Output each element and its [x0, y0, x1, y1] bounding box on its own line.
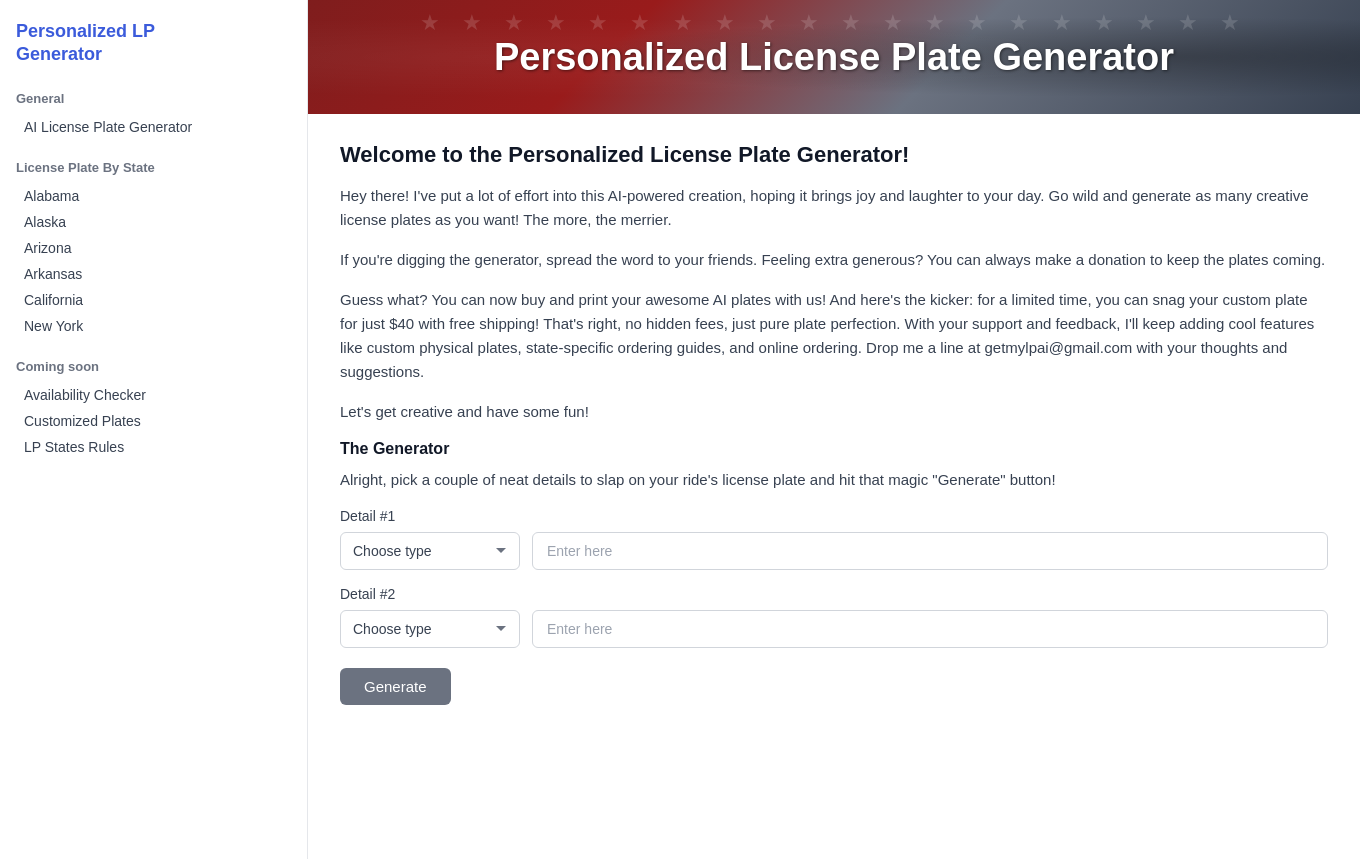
- sidebar-item-ai-lp-generator[interactable]: AI License Plate Generator: [16, 114, 291, 140]
- detail1-row: Choose type: [340, 532, 1328, 570]
- content-area: Welcome to the Personalized License Plat…: [308, 114, 1360, 859]
- sidebar-item-new-york[interactable]: New York: [16, 313, 291, 339]
- detail1-text-input[interactable]: [532, 532, 1328, 570]
- sidebar-item-availability-checker[interactable]: Availability Checker: [16, 382, 291, 408]
- sidebar-item-arkansas[interactable]: Arkansas: [16, 261, 291, 287]
- coming-soon-section: Coming soon Availability Checker Customi…: [16, 359, 291, 460]
- state-section: License Plate By State Alabama Alaska Ar…: [16, 160, 291, 339]
- welcome-title: Welcome to the Personalized License Plat…: [340, 142, 1328, 168]
- generate-button[interactable]: Generate: [340, 668, 451, 705]
- state-section-label: License Plate By State: [16, 160, 291, 175]
- hero-title: Personalized License Plate Generator: [494, 36, 1174, 79]
- intro-paragraph-4: Let's get creative and have some fun!: [340, 400, 1328, 424]
- coming-soon-label: Coming soon: [16, 359, 291, 374]
- sidebar: Personalized LP Generator General AI Lic…: [0, 0, 308, 859]
- general-section-label: General: [16, 91, 291, 106]
- generator-section-title: The Generator: [340, 440, 1328, 458]
- general-section: General AI License Plate Generator: [16, 91, 291, 140]
- sidebar-item-alaska[interactable]: Alaska: [16, 209, 291, 235]
- intro-paragraph-2: If you're digging the generator, spread …: [340, 248, 1328, 272]
- intro-paragraph-3: Guess what? You can now buy and print yo…: [340, 288, 1328, 384]
- detail2-label: Detail #2: [340, 586, 1328, 602]
- detail2-row: Choose type: [340, 610, 1328, 648]
- detail1-label: Detail #1: [340, 508, 1328, 524]
- detail1-type-select[interactable]: Choose type: [340, 532, 520, 570]
- sidebar-item-lp-states-rules[interactable]: LP States Rules: [16, 434, 291, 460]
- generator-intro-text: Alright, pick a couple of neat details t…: [340, 468, 1328, 492]
- hero-banner: Personalized License Plate Generator: [308, 0, 1360, 114]
- detail2-type-select[interactable]: Choose type: [340, 610, 520, 648]
- app-title: Personalized LP Generator: [16, 20, 291, 67]
- generator-section: The Generator Alright, pick a couple of …: [340, 440, 1328, 705]
- sidebar-item-customized-plates[interactable]: Customized Plates: [16, 408, 291, 434]
- sidebar-item-alabama[interactable]: Alabama: [16, 183, 291, 209]
- main-area: Personalized License Plate Generator Wel…: [308, 0, 1360, 859]
- sidebar-item-california[interactable]: California: [16, 287, 291, 313]
- intro-paragraph-1: Hey there! I've put a lot of effort into…: [340, 184, 1328, 232]
- sidebar-item-arizona[interactable]: Arizona: [16, 235, 291, 261]
- detail2-text-input[interactable]: [532, 610, 1328, 648]
